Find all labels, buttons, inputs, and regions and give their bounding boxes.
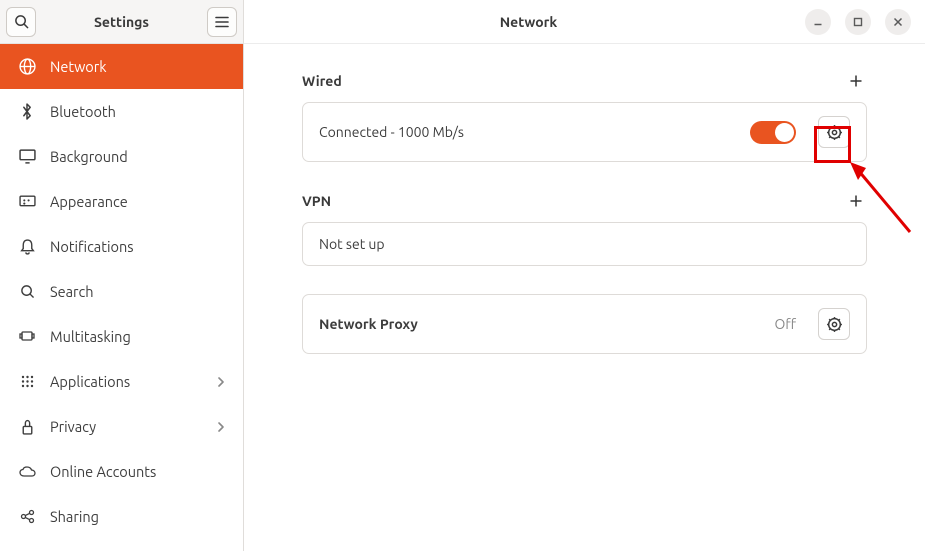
multitasking-icon [18, 330, 36, 344]
sidebar-item-label: Privacy [50, 418, 203, 435]
proxy-card: Network Proxy Off [302, 294, 867, 354]
toggle-knob [775, 123, 794, 142]
grid-icon [18, 374, 36, 389]
search-button[interactable] [6, 7, 36, 37]
close-button[interactable] [885, 9, 911, 35]
sidebar-item-label: Search [50, 283, 225, 300]
wired-settings-button[interactable] [818, 116, 850, 148]
proxy-value: Off [774, 316, 796, 332]
gear-icon [826, 316, 843, 333]
vpn-title: VPN [302, 193, 331, 209]
sidebar-item-label: Applications [50, 373, 203, 390]
search-icon [14, 14, 29, 29]
titlebar-left: Settings [0, 0, 244, 44]
sidebar-item-label: Sharing [50, 508, 225, 525]
main-content: Wired Connected - 1000 Mb/s VPN [244, 44, 925, 551]
sidebar-item-network[interactable]: Network [0, 44, 243, 89]
vpn-card: Not set up [302, 222, 867, 266]
plus-icon [849, 194, 863, 208]
sidebar-item-online-accounts[interactable]: Online Accounts [0, 449, 243, 494]
maximize-icon [853, 17, 863, 27]
vpn-row: Not set up [303, 223, 866, 265]
chevron-right-icon [217, 376, 225, 388]
share-icon [18, 509, 36, 524]
sidebar-item-background[interactable]: Background [0, 134, 243, 179]
add-vpn-button[interactable] [845, 190, 867, 212]
vpn-status: Not set up [319, 236, 850, 252]
wired-connection-row: Connected - 1000 Mb/s [303, 103, 866, 161]
minimize-icon [813, 17, 823, 27]
menu-button[interactable] [207, 7, 237, 37]
sidebar-item-bluetooth[interactable]: Bluetooth [0, 89, 243, 134]
cloud-icon [18, 466, 36, 478]
wired-card: Connected - 1000 Mb/s [302, 102, 867, 162]
sidebar-item-applications[interactable]: Applications [0, 359, 243, 404]
bell-icon [18, 239, 36, 255]
sidebar-item-multitasking[interactable]: Multitasking [0, 314, 243, 359]
appearance-icon [18, 195, 36, 209]
search-icon [18, 284, 36, 299]
maximize-button[interactable] [845, 9, 871, 35]
close-icon [893, 17, 903, 27]
titlebar-right: Network [244, 0, 925, 44]
sidebar-item-appearance[interactable]: Appearance [0, 179, 243, 224]
wired-section-header: Wired [302, 70, 867, 92]
page-title: Network [252, 14, 805, 30]
bluetooth-icon [18, 103, 36, 120]
sidebar-title: Settings [94, 14, 149, 30]
lock-icon [18, 419, 36, 435]
wired-title: Wired [302, 73, 342, 89]
plus-icon [849, 74, 863, 88]
titlebar: Settings Network [0, 0, 925, 44]
sidebar-item-label: Background [50, 148, 225, 165]
globe-icon [18, 58, 36, 75]
sidebar-item-label: Online Accounts [50, 463, 225, 480]
proxy-row[interactable]: Network Proxy Off [303, 295, 866, 353]
sidebar-item-label: Bluetooth [50, 103, 225, 120]
chevron-right-icon [217, 421, 225, 433]
sidebar-item-label: Appearance [50, 193, 225, 210]
display-icon [18, 149, 36, 164]
minimize-button[interactable] [805, 9, 831, 35]
window-controls [805, 9, 911, 35]
wired-toggle[interactable] [750, 121, 796, 144]
gear-icon [826, 124, 843, 141]
sidebar: Network Bluetooth Background Appearance [0, 44, 244, 551]
vpn-section-header: VPN [302, 190, 867, 212]
hamburger-icon [215, 16, 229, 28]
sidebar-item-label: Notifications [50, 238, 225, 255]
sidebar-item-label: Multitasking [50, 328, 225, 345]
add-wired-button[interactable] [845, 70, 867, 92]
wired-status: Connected - 1000 Mb/s [319, 124, 738, 140]
sidebar-item-privacy[interactable]: Privacy [0, 404, 243, 449]
sidebar-item-label: Network [50, 58, 225, 75]
sidebar-item-sharing[interactable]: Sharing [0, 494, 243, 539]
proxy-title: Network Proxy [319, 316, 762, 332]
proxy-settings-button[interactable] [818, 308, 850, 340]
sidebar-item-notifications[interactable]: Notifications [0, 224, 243, 269]
sidebar-item-search[interactable]: Search [0, 269, 243, 314]
